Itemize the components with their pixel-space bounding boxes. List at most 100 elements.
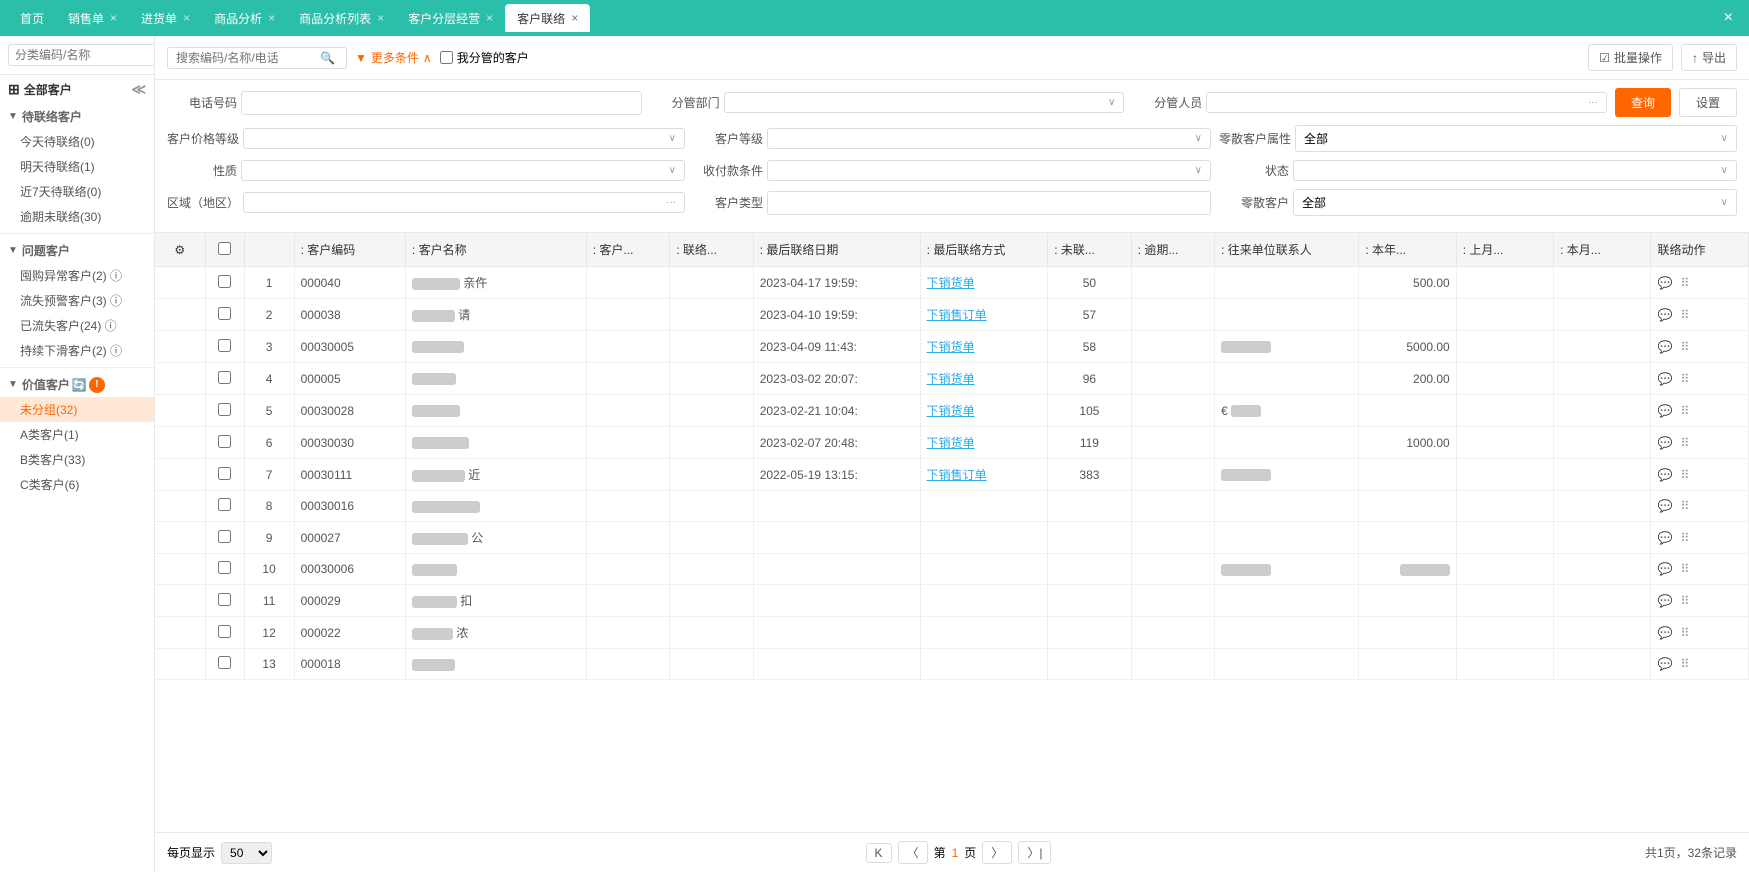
sidebar-item-today-pending[interactable]: 今天待联络(0)	[0, 129, 154, 154]
apps-icon[interactable]: ⠿	[1680, 562, 1689, 576]
col-header-no-contact[interactable]: : 未联...	[1048, 233, 1131, 267]
col-header-unit-contact[interactable]: : 往来单位联系人	[1215, 233, 1359, 267]
comment-icon[interactable]: 💬	[1657, 340, 1672, 354]
col-header-settings[interactable]: ⚙	[155, 233, 205, 267]
last-page-button[interactable]: 〉|	[1018, 841, 1051, 864]
query-button[interactable]: 查询	[1615, 88, 1671, 117]
row-checkbox[interactable]	[205, 585, 244, 617]
row-last-way[interactable]: 下销售订单	[920, 299, 1048, 331]
row-checkbox[interactable]	[205, 395, 244, 427]
apps-icon[interactable]: ⠿	[1680, 372, 1689, 386]
price-level-select[interactable]: ∨	[243, 128, 685, 149]
sidebar-group-value[interactable]: ▼ 价值客户 🔄 !	[0, 372, 154, 397]
sidebar-item-declining[interactable]: 持续下滑客户(2) ⓘ	[0, 338, 154, 363]
comment-icon[interactable]: 💬	[1657, 531, 1672, 545]
col-header-last-month[interactable]: : 上月...	[1456, 233, 1553, 267]
apps-icon[interactable]: ⠿	[1680, 436, 1689, 450]
next-page-button[interactable]: 〉	[982, 841, 1012, 864]
close-all-button[interactable]: ×	[1716, 9, 1741, 27]
row-checkbox[interactable]	[205, 459, 244, 491]
sidebar-item-hoarding[interactable]: 囤购异常客户(2) ⓘ	[0, 263, 154, 288]
last-way-link[interactable]: 下销货单	[927, 372, 975, 386]
col-header-this-month[interactable]: : 本月...	[1554, 233, 1651, 267]
close-icon[interactable]: ×	[571, 11, 578, 25]
comment-icon[interactable]: 💬	[1657, 594, 1672, 608]
filter-search-icon[interactable]: 🔍	[320, 51, 335, 65]
col-header-name[interactable]: : 客户名称	[405, 233, 586, 267]
manager-select[interactable]: ···	[1206, 92, 1607, 113]
my-customers-filter[interactable]: 我分管的客户	[440, 49, 529, 66]
last-way-link[interactable]: 下销货单	[927, 436, 975, 450]
row-last-way[interactable]: 下销货单	[920, 267, 1048, 299]
close-icon[interactable]: ×	[377, 11, 384, 25]
row-checkbox[interactable]	[205, 617, 244, 649]
reset-button[interactable]: 设置	[1679, 88, 1737, 117]
sidebar-item-lost[interactable]: 已流失客户(24) ⓘ	[0, 313, 154, 338]
filter-search-input[interactable]	[176, 51, 316, 65]
dept-select[interactable]: ∨	[724, 92, 1125, 113]
sidebar-group-pending[interactable]: ▼ 待联络客户	[0, 104, 154, 129]
tab-sales-order[interactable]: 销售单 ×	[56, 4, 129, 32]
col-header-code[interactable]: : 客户编码	[294, 233, 405, 267]
sidebar-group-problem[interactable]: ▼ 问题客户	[0, 238, 154, 263]
col-header-type[interactable]: : 客户...	[586, 233, 669, 267]
row-checkbox[interactable]	[205, 299, 244, 331]
col-header-last-date[interactable]: : 最后联络日期	[753, 233, 920, 267]
comment-icon[interactable]: 💬	[1657, 436, 1672, 450]
customer-type-input[interactable]	[767, 191, 1211, 215]
comment-icon[interactable]: 💬	[1657, 308, 1672, 322]
apps-icon[interactable]: ⠿	[1680, 404, 1689, 418]
close-icon[interactable]: ×	[486, 11, 493, 25]
select-all-checkbox[interactable]	[218, 242, 231, 255]
col-header-this-year[interactable]: : 本年...	[1359, 233, 1456, 267]
row-checkbox[interactable]	[205, 427, 244, 459]
row-last-way[interactable]: 下销货单	[920, 427, 1048, 459]
comment-icon[interactable]: 💬	[1657, 499, 1672, 513]
tab-customer-contact[interactable]: 客户联络 ×	[505, 4, 590, 32]
row-last-way[interactable]: 下销货单	[920, 363, 1048, 395]
row-checkbox[interactable]	[205, 649, 244, 680]
first-page-button[interactable]: K	[866, 843, 892, 863]
sidebar-item-c-class[interactable]: C类客户(6)	[0, 472, 154, 497]
last-way-link[interactable]: 下销售订单	[927, 308, 987, 322]
last-way-link[interactable]: 下销货单	[927, 404, 975, 418]
apps-icon[interactable]: ⠿	[1680, 276, 1689, 290]
row-last-way[interactable]: 下销货单	[920, 395, 1048, 427]
close-icon[interactable]: ×	[183, 11, 190, 25]
sparse-customer-select[interactable]: 全部 ∨	[1293, 189, 1737, 216]
apps-icon[interactable]: ⠿	[1680, 626, 1689, 640]
apps-icon[interactable]: ⠿	[1680, 657, 1689, 671]
sidebar-search-input[interactable]	[8, 44, 155, 66]
last-way-link[interactable]: 下销售订单	[927, 468, 987, 482]
refresh-icon[interactable]: 🔄	[72, 378, 87, 392]
col-header-contact[interactable]: : 联络...	[670, 233, 753, 267]
tab-purchase-order[interactable]: 进货单 ×	[129, 4, 202, 32]
payment-select[interactable]: ∨	[767, 160, 1211, 181]
row-checkbox[interactable]	[205, 522, 244, 554]
sidebar-item-ungroups[interactable]: 未分组(32)	[0, 397, 154, 422]
tab-customer-segment[interactable]: 客户分层经营 ×	[396, 4, 505, 32]
sidebar-collapse-icon[interactable]: ≪	[131, 81, 146, 98]
col-header-checkbox[interactable]	[205, 233, 244, 267]
sidebar-item-a-class[interactable]: A类客户(1)	[0, 422, 154, 447]
comment-icon[interactable]: 💬	[1657, 276, 1672, 290]
sidebar-item-7day-pending[interactable]: 近7天待联络(0)	[0, 179, 154, 204]
apps-icon[interactable]: ⠿	[1680, 308, 1689, 322]
all-customers-item[interactable]: ⊞ 全部客户 ≪	[0, 75, 154, 104]
tab-home[interactable]: 首页	[8, 4, 56, 32]
prev-page-button[interactable]: 〈	[898, 841, 928, 864]
per-page-select[interactable]: 50 100 200	[221, 842, 272, 864]
row-checkbox[interactable]	[205, 331, 244, 363]
row-checkbox[interactable]	[205, 267, 244, 299]
sidebar-item-tomorrow-pending[interactable]: 明天待联络(1)	[0, 154, 154, 179]
sidebar-item-lost-warning[interactable]: 流失预警客户(3) ⓘ	[0, 288, 154, 313]
comment-icon[interactable]: 💬	[1657, 657, 1672, 671]
apps-icon[interactable]: ⠿	[1680, 340, 1689, 354]
phone-input[interactable]	[241, 91, 642, 115]
sidebar-item-b-class[interactable]: B类客户(33)	[0, 447, 154, 472]
my-customers-checkbox[interactable]	[440, 51, 453, 64]
sidebar-item-overdue-pending[interactable]: 逾期未联络(30)	[0, 204, 154, 229]
col-header-last-way[interactable]: : 最后联络方式	[920, 233, 1048, 267]
row-last-way[interactable]: 下销货单	[920, 331, 1048, 363]
region-select[interactable]: ···	[243, 192, 685, 213]
